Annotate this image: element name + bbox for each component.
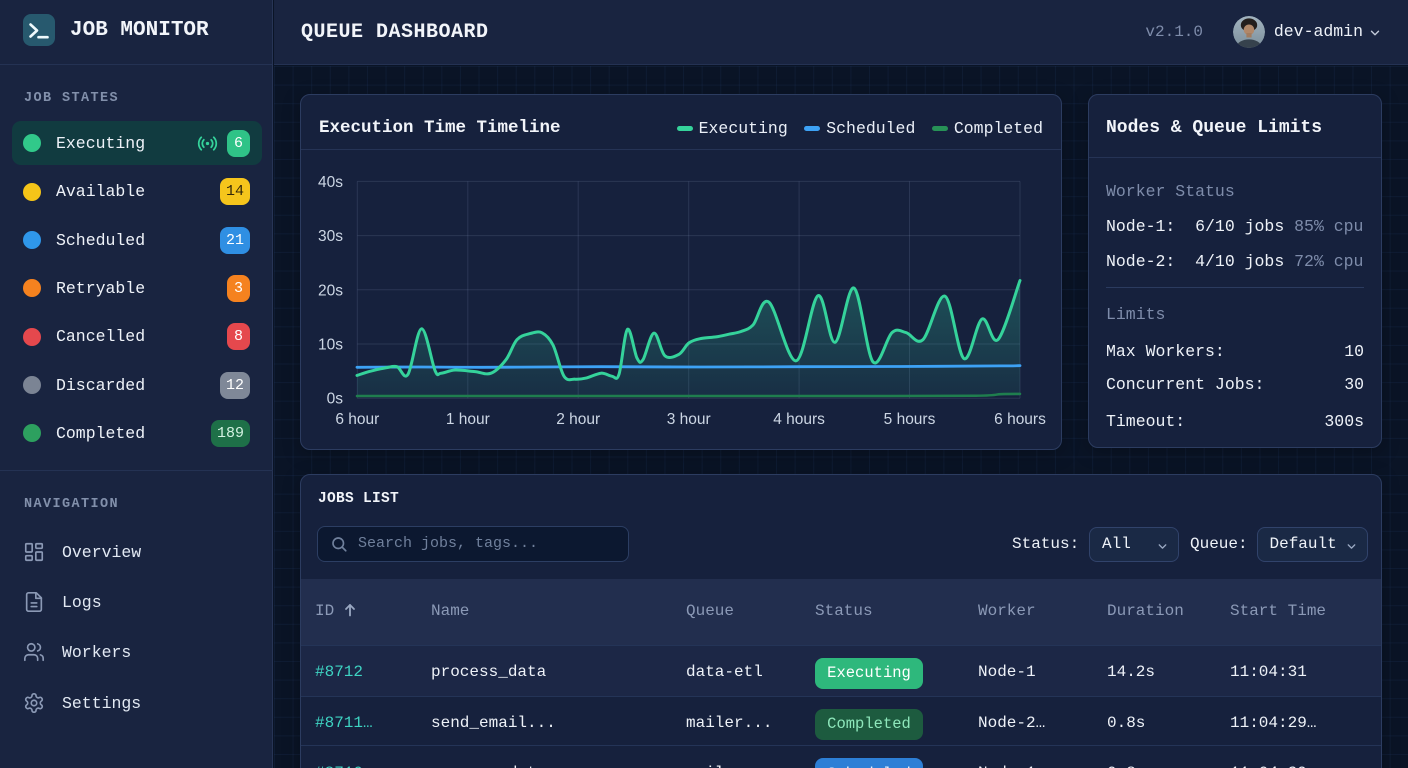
svg-text:0s: 0s bbox=[327, 391, 344, 408]
svg-text:4 hours: 4 hours bbox=[773, 411, 825, 428]
svg-text:1 hour: 1 hour bbox=[446, 411, 490, 428]
svg-text:6 hours: 6 hours bbox=[994, 411, 1046, 428]
svg-text:30s: 30s bbox=[318, 228, 343, 245]
svg-text:20s: 20s bbox=[318, 282, 343, 299]
svg-text:6 hour: 6 hour bbox=[335, 411, 379, 428]
svg-text:10s: 10s bbox=[318, 337, 343, 354]
svg-text:40s: 40s bbox=[318, 174, 343, 191]
svg-text:5 hours: 5 hours bbox=[884, 411, 936, 428]
svg-text:2 hour: 2 hour bbox=[556, 411, 600, 428]
svg-text:3 hour: 3 hour bbox=[667, 411, 711, 428]
